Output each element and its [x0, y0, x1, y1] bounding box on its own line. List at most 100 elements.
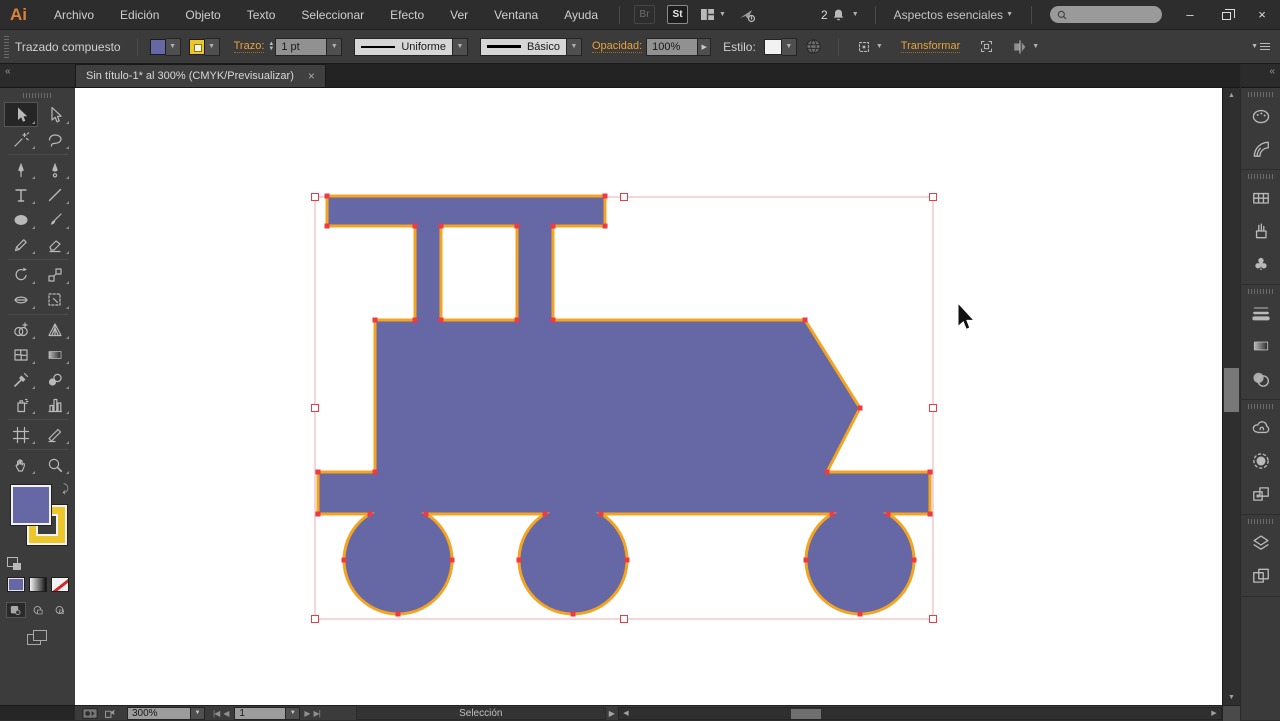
anchor-point[interactable] [412, 317, 418, 323]
direct-selection-tool[interactable] [38, 102, 72, 127]
anchor-point[interactable] [885, 511, 891, 517]
gradient-tool[interactable] [38, 342, 72, 367]
stroke-weight-stepper[interactable]: ▲ ▼ [268, 41, 274, 52]
panel-group-grip[interactable] [1247, 92, 1274, 97]
selection-tool[interactable] [3, 102, 38, 127]
scroll-up-button[interactable]: ▲ [1223, 88, 1240, 103]
horizontal-scrollbar[interactable]: ◀ ▶ [617, 706, 1222, 720]
anchor-point[interactable] [324, 223, 330, 229]
graphic-style-dropdown[interactable]: ▼ [781, 37, 797, 56]
artboard-dropdown[interactable]: ▼ [286, 706, 301, 720]
brush-definition-combo[interactable]: Básico [479, 37, 567, 56]
sync-settings-button[interactable] [82, 707, 98, 719]
anchor-point[interactable] [514, 317, 520, 323]
fill-swatch[interactable] [149, 38, 166, 55]
menu-item-archivo[interactable]: Archivo [41, 8, 107, 22]
type-tool[interactable] [4, 182, 38, 207]
notifications-button[interactable]: 2 ▼ [813, 7, 867, 23]
lasso-tool[interactable] [38, 127, 72, 152]
tools-panel-grip[interactable] [22, 93, 53, 98]
column-graph-tool[interactable] [38, 392, 72, 417]
menu-item-ayuda[interactable]: Ayuda [551, 8, 611, 22]
color-guide-panel-button[interactable] [1241, 132, 1280, 165]
workspace-switcher[interactable]: Aspectos esenciales ▼ [884, 8, 1023, 22]
search-box[interactable] [1050, 6, 1162, 23]
anchor-point[interactable] [438, 317, 444, 323]
anchor-point[interactable] [423, 511, 429, 517]
bounding-box-handle[interactable] [929, 404, 937, 412]
previous-artboard-button[interactable]: ◀ [223, 709, 229, 718]
perspective-grid-tool[interactable] [38, 317, 72, 342]
none-mode-button[interactable] [50, 577, 69, 592]
minimize-button[interactable]: – [1172, 0, 1208, 29]
anchor-point[interactable] [598, 511, 604, 517]
draw-behind-button[interactable] [28, 602, 48, 618]
stroke-color-control[interactable]: ▼ [188, 37, 220, 56]
fill-color-control[interactable]: ▼ [149, 37, 181, 56]
vertical-scroll-thumb[interactable] [1224, 368, 1239, 412]
bounding-box-handle[interactable] [929, 615, 937, 623]
adobe-stock-button[interactable]: St [667, 5, 689, 24]
menu-item-edicion[interactable]: Edición [107, 8, 172, 22]
graphic-style-swatch[interactable] [763, 38, 782, 55]
width-tool[interactable] [4, 287, 38, 312]
stroke-weight-dropdown[interactable]: ▼ [327, 37, 343, 56]
ellipse-tool[interactable] [4, 207, 38, 232]
anchor-point[interactable] [315, 511, 321, 517]
control-panel-menu-button[interactable]: ▼ [1251, 42, 1270, 51]
bounding-box-handle[interactable] [311, 193, 319, 201]
hand-tool[interactable] [4, 452, 38, 477]
opacity-label[interactable]: Opacidad: [591, 40, 643, 53]
anchor-point[interactable] [570, 611, 576, 617]
search-input[interactable] [1068, 7, 1148, 22]
select-similar-button[interactable]: ▼ [855, 39, 883, 55]
swap-fill-stroke-icon[interactable]: ⤸ [62, 483, 69, 496]
pen-tool[interactable] [4, 157, 38, 182]
bridge-button[interactable]: Br [634, 5, 656, 24]
first-artboard-button[interactable]: |◀ [213, 709, 220, 718]
anchor-point[interactable] [514, 223, 520, 229]
panel-group-grip[interactable] [1247, 174, 1274, 179]
curvature-tool[interactable] [38, 157, 72, 182]
default-fill-stroke-icon[interactable] [7, 557, 21, 570]
swatches-panel-button[interactable] [1241, 181, 1280, 214]
next-artboard-button[interactable]: ▶ [304, 709, 310, 718]
screen-mode-button[interactable] [26, 630, 49, 647]
document-setup-icon[interactable] [805, 38, 822, 55]
stroke-panel-button[interactable] [1241, 296, 1280, 329]
menu-item-seleccionar[interactable]: Seleccionar [288, 8, 377, 22]
transparency-panel-button[interactable] [1241, 362, 1280, 395]
restore-button[interactable] [1208, 0, 1244, 29]
zoom-level-dropdown[interactable]: ▼ [191, 706, 205, 720]
document-tab[interactable]: Sin título-1* al 300% (CMYK/Previsualiza… [75, 64, 326, 87]
layers-panel-button[interactable] [1241, 526, 1280, 559]
fill-color-proxy[interactable] [11, 485, 51, 525]
draw-inside-button[interactable] [50, 602, 70, 618]
opacity-field[interactable]: 100% [646, 37, 699, 56]
scroll-down-button[interactable]: ▼ [1223, 690, 1240, 705]
anchor-point[interactable] [927, 469, 933, 475]
isolate-object-button[interactable] [978, 39, 995, 54]
brush-definition-dropdown[interactable]: ▼ [566, 37, 582, 56]
links-panel-button[interactable] [1241, 477, 1280, 510]
bounding-box-handle[interactable] [620, 615, 628, 623]
width-profile-combo[interactable]: Uniforme [354, 37, 453, 56]
bounding-box-handle[interactable] [620, 193, 628, 201]
draw-normal-button[interactable] [5, 602, 26, 618]
anchor-point[interactable] [803, 557, 809, 563]
eyedropper-tool[interactable] [4, 367, 38, 392]
panel-group-grip[interactable] [1247, 519, 1274, 524]
anchor-point[interactable] [550, 317, 556, 323]
color-mode-button[interactable] [6, 577, 25, 592]
menu-item-ventana[interactable]: Ventana [481, 8, 551, 22]
anchor-point[interactable] [372, 317, 378, 323]
zoom-tool[interactable] [38, 452, 72, 477]
gradient-mode-button[interactable] [28, 577, 47, 592]
anchor-point[interactable] [550, 223, 556, 229]
color-themes-panel-button[interactable] [1241, 444, 1280, 477]
bounding-box-handle[interactable] [311, 615, 319, 623]
artboard-number-field[interactable]: 1 [234, 706, 287, 720]
anchor-point[interactable] [911, 557, 917, 563]
anchor-point[interactable] [412, 223, 418, 229]
rotate-tool[interactable] [4, 262, 38, 287]
